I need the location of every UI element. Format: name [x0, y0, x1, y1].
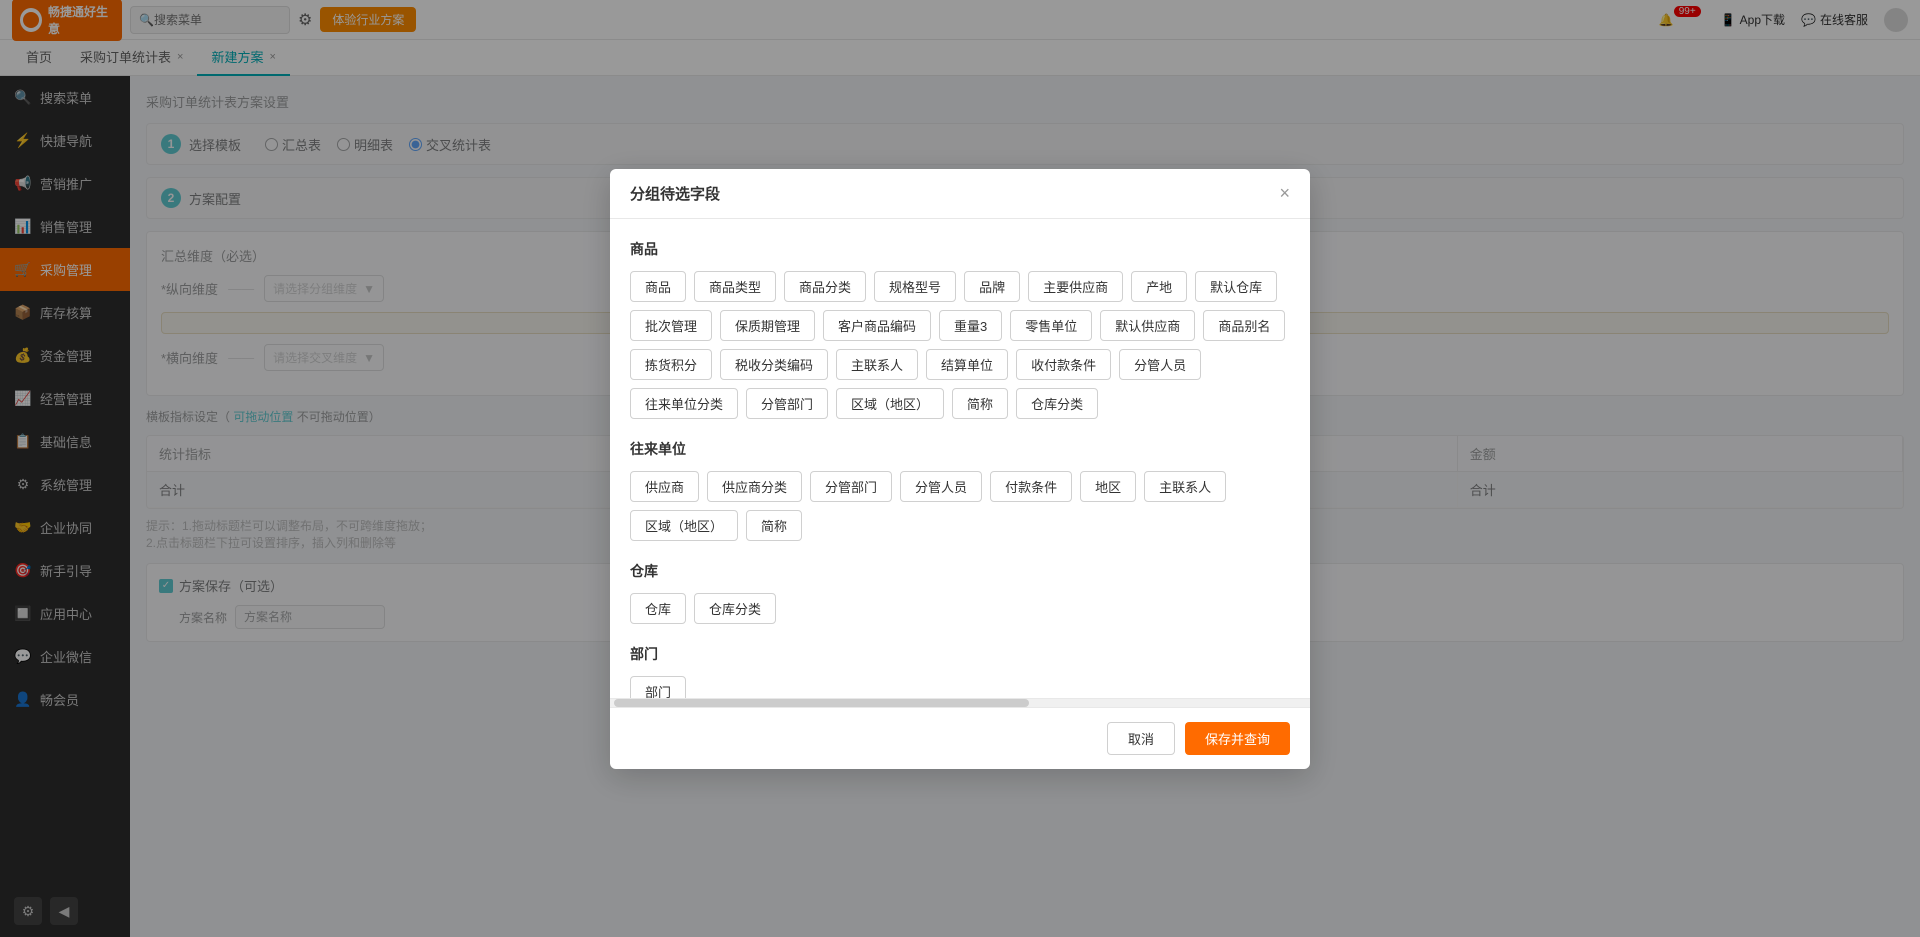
field-tag-partner-category[interactable]: 往来单位分类 — [630, 388, 738, 419]
modal-title: 分组待选字段 — [630, 183, 720, 204]
field-tag-default-warehouse[interactable]: 默认仓库 — [1195, 271, 1277, 302]
modal-overlay: 分组待选字段 × 商品 商品 商品类型 商品分类 规格型号 品牌 主要供应商 产… — [0, 0, 1920, 937]
field-tag-warehouse[interactable]: 仓库 — [630, 593, 686, 624]
field-tag-customer-code[interactable]: 客户商品编码 — [823, 310, 931, 341]
field-tag-department[interactable]: 部门 — [630, 676, 686, 698]
field-tag-manager[interactable]: 分管人员 — [1119, 349, 1201, 380]
field-tag-region[interactable]: 地区 — [1080, 471, 1136, 502]
section-goods-tags: 商品 商品类型 商品分类 规格型号 品牌 主要供应商 产地 默认仓库 批次管理 … — [630, 271, 1290, 419]
field-tag-origin[interactable]: 产地 — [1131, 271, 1187, 302]
field-tag-spec[interactable]: 规格型号 — [874, 271, 956, 302]
field-tag-goods-type[interactable]: 商品类型 — [694, 271, 776, 302]
modal-hscrollbar[interactable] — [610, 698, 1310, 707]
modal-close-button[interactable]: × — [1279, 184, 1290, 202]
section-department-title: 部门 — [630, 644, 1290, 664]
field-tag-batch[interactable]: 批次管理 — [630, 310, 712, 341]
modal-footer: 取消 保存并查询 — [610, 707, 1310, 769]
section-partner: 往来单位 供应商 供应商分类 分管部门 分管人员 付款条件 地区 主联系人 区域… — [630, 439, 1290, 541]
section-warehouse-tags: 仓库 仓库分类 — [630, 593, 1290, 624]
section-partner-title: 往来单位 — [630, 439, 1290, 459]
modal-body[interactable]: 商品 商品 商品类型 商品分类 规格型号 品牌 主要供应商 产地 默认仓库 批次… — [610, 219, 1310, 698]
field-tag-partner-manager[interactable]: 分管人员 — [900, 471, 982, 502]
modal-header: 分组待选字段 × — [610, 169, 1310, 219]
field-tag-short-name[interactable]: 简称 — [952, 388, 1008, 419]
field-tag-settlement-unit[interactable]: 结算单位 — [926, 349, 1008, 380]
field-tag-weight[interactable]: 重量3 — [939, 310, 1002, 341]
section-department: 部门 部门 — [630, 644, 1290, 698]
section-warehouse-title: 仓库 — [630, 561, 1290, 581]
field-tag-pay-terms[interactable]: 付款条件 — [990, 471, 1072, 502]
field-tag-partner-dept[interactable]: 分管部门 — [810, 471, 892, 502]
field-tag-goods-category[interactable]: 商品分类 — [784, 271, 866, 302]
field-tag-main-supplier[interactable]: 主要供应商 — [1028, 271, 1123, 302]
section-department-tags: 部门 — [630, 676, 1290, 698]
field-tag-supplier[interactable]: 供应商 — [630, 471, 699, 502]
field-tag-shelf-life[interactable]: 保质期管理 — [720, 310, 815, 341]
field-tag-dept[interactable]: 分管部门 — [746, 388, 828, 419]
field-tag-supplier-category[interactable]: 供应商分类 — [707, 471, 802, 502]
section-goods-title: 商品 — [630, 239, 1290, 259]
field-tag-main-contact[interactable]: 主联系人 — [836, 349, 918, 380]
field-tag-tax-code[interactable]: 税收分类编码 — [720, 349, 828, 380]
field-tag-pick-score[interactable]: 拣货积分 — [630, 349, 712, 380]
field-select-modal: 分组待选字段 × 商品 商品 商品类型 商品分类 规格型号 品牌 主要供应商 产… — [610, 169, 1310, 769]
field-tag-area[interactable]: 区域（地区） — [836, 388, 944, 419]
confirm-button[interactable]: 保存并查询 — [1185, 722, 1290, 755]
field-tag-goods[interactable]: 商品 — [630, 271, 686, 302]
field-tag-retail-unit[interactable]: 零售单位 — [1010, 310, 1092, 341]
field-tag-partner-contact[interactable]: 主联系人 — [1144, 471, 1226, 502]
hscrollbar-thumb[interactable] — [614, 699, 1029, 707]
field-tag-default-supplier[interactable]: 默认供应商 — [1100, 310, 1195, 341]
field-tag-partner-short-name[interactable]: 简称 — [746, 510, 802, 541]
field-tag-partner-area[interactable]: 区域（地区） — [630, 510, 738, 541]
section-warehouse: 仓库 仓库 仓库分类 — [630, 561, 1290, 624]
field-tag-payment-terms[interactable]: 收付款条件 — [1016, 349, 1111, 380]
field-tag-warehouse-cat[interactable]: 仓库分类 — [694, 593, 776, 624]
section-goods: 商品 商品 商品类型 商品分类 规格型号 品牌 主要供应商 产地 默认仓库 批次… — [630, 239, 1290, 419]
section-partner-tags: 供应商 供应商分类 分管部门 分管人员 付款条件 地区 主联系人 区域（地区） … — [630, 471, 1290, 541]
field-tag-alias[interactable]: 商品别名 — [1203, 310, 1285, 341]
field-tag-warehouse-category[interactable]: 仓库分类 — [1016, 388, 1098, 419]
field-tag-brand[interactable]: 品牌 — [964, 271, 1020, 302]
cancel-button[interactable]: 取消 — [1107, 722, 1175, 755]
